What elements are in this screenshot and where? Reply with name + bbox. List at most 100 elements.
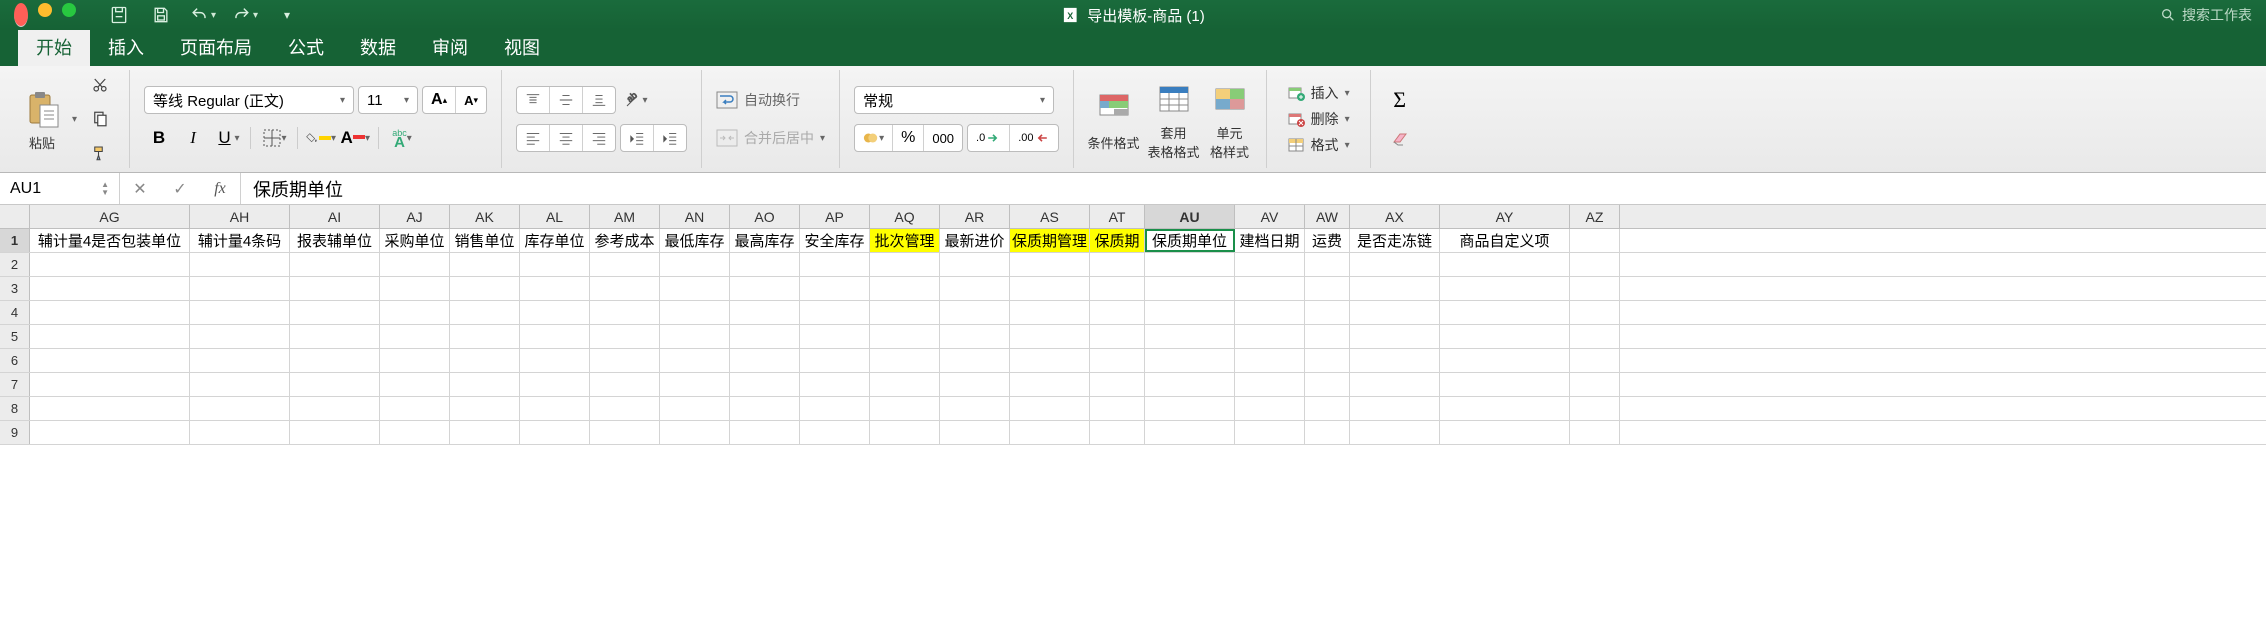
decrease-decimal-button[interactable]: .00 — [1010, 125, 1057, 151]
cut-button[interactable] — [85, 73, 115, 97]
cell-AT3[interactable] — [1090, 277, 1145, 300]
cell-AG7[interactable] — [30, 373, 190, 396]
tab-insert[interactable]: 插入 — [90, 26, 162, 66]
cell-AK2[interactable] — [450, 253, 520, 276]
cell-AW6[interactable] — [1305, 349, 1350, 372]
format-painter-button[interactable] — [85, 141, 115, 165]
save-icon[interactable] — [148, 4, 174, 26]
cell-AH6[interactable] — [190, 349, 290, 372]
cell-AT2[interactable] — [1090, 253, 1145, 276]
cell-AU1[interactable]: 保质期单位 — [1145, 229, 1235, 252]
cell-AT1[interactable]: 保质期 — [1090, 229, 1145, 252]
cell-AJ3[interactable] — [380, 277, 450, 300]
row-header-9[interactable]: 9 — [0, 421, 30, 444]
wrap-text-button[interactable]: 自动换行 — [716, 86, 825, 114]
align-right-button[interactable] — [583, 125, 615, 151]
cell-AZ4[interactable] — [1570, 301, 1620, 324]
cell-AQ7[interactable] — [870, 373, 940, 396]
column-header-AR[interactable]: AR — [940, 205, 1010, 228]
cell-AY4[interactable] — [1440, 301, 1570, 324]
column-header-AT[interactable]: AT — [1090, 205, 1145, 228]
cell-AM7[interactable] — [590, 373, 660, 396]
column-header-AP[interactable]: AP — [800, 205, 870, 228]
cell-AS7[interactable] — [1010, 373, 1090, 396]
row-header-2[interactable]: 2 — [0, 253, 30, 276]
cell-AW7[interactable] — [1305, 373, 1350, 396]
cell-AZ1[interactable] — [1570, 229, 1620, 252]
cell-AP8[interactable] — [800, 397, 870, 420]
comma-button[interactable]: 000 — [924, 125, 962, 151]
cell-AH4[interactable] — [190, 301, 290, 324]
column-header-AM[interactable]: AM — [590, 205, 660, 228]
cell-AN4[interactable] — [660, 301, 730, 324]
cell-AJ8[interactable] — [380, 397, 450, 420]
cell-AH9[interactable] — [190, 421, 290, 444]
cell-AK9[interactable] — [450, 421, 520, 444]
tab-data[interactable]: 数据 — [342, 26, 414, 66]
column-header-AK[interactable]: AK — [450, 205, 520, 228]
cell-AU6[interactable] — [1145, 349, 1235, 372]
row-header-8[interactable]: 8 — [0, 397, 30, 420]
cell-AI7[interactable] — [290, 373, 380, 396]
cell-AJ4[interactable] — [380, 301, 450, 324]
row-header-5[interactable]: 5 — [0, 325, 30, 348]
cell-AT4[interactable] — [1090, 301, 1145, 324]
cell-AX4[interactable] — [1350, 301, 1440, 324]
cell-AY7[interactable] — [1440, 373, 1570, 396]
column-header-AU[interactable]: AU — [1145, 205, 1235, 228]
increase-indent-button[interactable] — [654, 125, 686, 151]
cell-AP4[interactable] — [800, 301, 870, 324]
cell-AP5[interactable] — [800, 325, 870, 348]
cell-AW2[interactable] — [1305, 253, 1350, 276]
number-format-select[interactable]: 常规▾ — [854, 86, 1054, 114]
cell-AG3[interactable] — [30, 277, 190, 300]
column-header-AV[interactable]: AV — [1235, 205, 1305, 228]
cell-AL7[interactable] — [520, 373, 590, 396]
cell-AO8[interactable] — [730, 397, 800, 420]
font-size-select[interactable]: 11▾ — [358, 86, 418, 114]
column-header-AW[interactable]: AW — [1305, 205, 1350, 228]
cell-AI4[interactable] — [290, 301, 380, 324]
redo-icon[interactable]: ▾ — [232, 4, 258, 26]
insert-function-button[interactable]: fx — [200, 180, 240, 198]
cell-AR4[interactable] — [940, 301, 1010, 324]
minimize-window-button[interactable] — [38, 3, 52, 17]
cell-AJ1[interactable]: 采购单位 — [380, 229, 450, 252]
cell-AZ8[interactable] — [1570, 397, 1620, 420]
column-header-AY[interactable]: AY — [1440, 205, 1570, 228]
cell-AL1[interactable]: 库存单位 — [520, 229, 590, 252]
cell-AT8[interactable] — [1090, 397, 1145, 420]
cell-AX2[interactable] — [1350, 253, 1440, 276]
cell-AL2[interactable] — [520, 253, 590, 276]
tab-page-layout[interactable]: 页面布局 — [162, 26, 270, 66]
cell-AN6[interactable] — [660, 349, 730, 372]
align-top-button[interactable] — [517, 87, 550, 113]
cell-AQ2[interactable] — [870, 253, 940, 276]
cell-AY5[interactable] — [1440, 325, 1570, 348]
cell-AS1[interactable]: 保质期管理 — [1010, 229, 1090, 252]
save-file-icon[interactable] — [106, 4, 132, 26]
cell-AZ9[interactable] — [1570, 421, 1620, 444]
paste-button[interactable] — [20, 87, 64, 131]
cell-AK8[interactable] — [450, 397, 520, 420]
merge-center-button[interactable]: 合并后居中 ▾ — [716, 124, 825, 152]
cell-AJ7[interactable] — [380, 373, 450, 396]
cell-AN3[interactable] — [660, 277, 730, 300]
cell-AK6[interactable] — [450, 349, 520, 372]
cell-AX5[interactable] — [1350, 325, 1440, 348]
autosum-button[interactable]: Σ — [1385, 86, 1415, 114]
phonetic-button[interactable]: abcA▾ — [387, 124, 417, 152]
tab-view[interactable]: 视图 — [486, 26, 558, 66]
select-all-corner[interactable] — [0, 205, 30, 228]
row-header-3[interactable]: 3 — [0, 277, 30, 300]
cell-AW5[interactable] — [1305, 325, 1350, 348]
cell-AT6[interactable] — [1090, 349, 1145, 372]
align-middle-button[interactable] — [550, 87, 583, 113]
cell-AQ6[interactable] — [870, 349, 940, 372]
cell-AO6[interactable] — [730, 349, 800, 372]
cell-AV8[interactable] — [1235, 397, 1305, 420]
cell-AJ2[interactable] — [380, 253, 450, 276]
cell-AX6[interactable] — [1350, 349, 1440, 372]
cell-AW4[interactable] — [1305, 301, 1350, 324]
column-header-AZ[interactable]: AZ — [1570, 205, 1620, 228]
